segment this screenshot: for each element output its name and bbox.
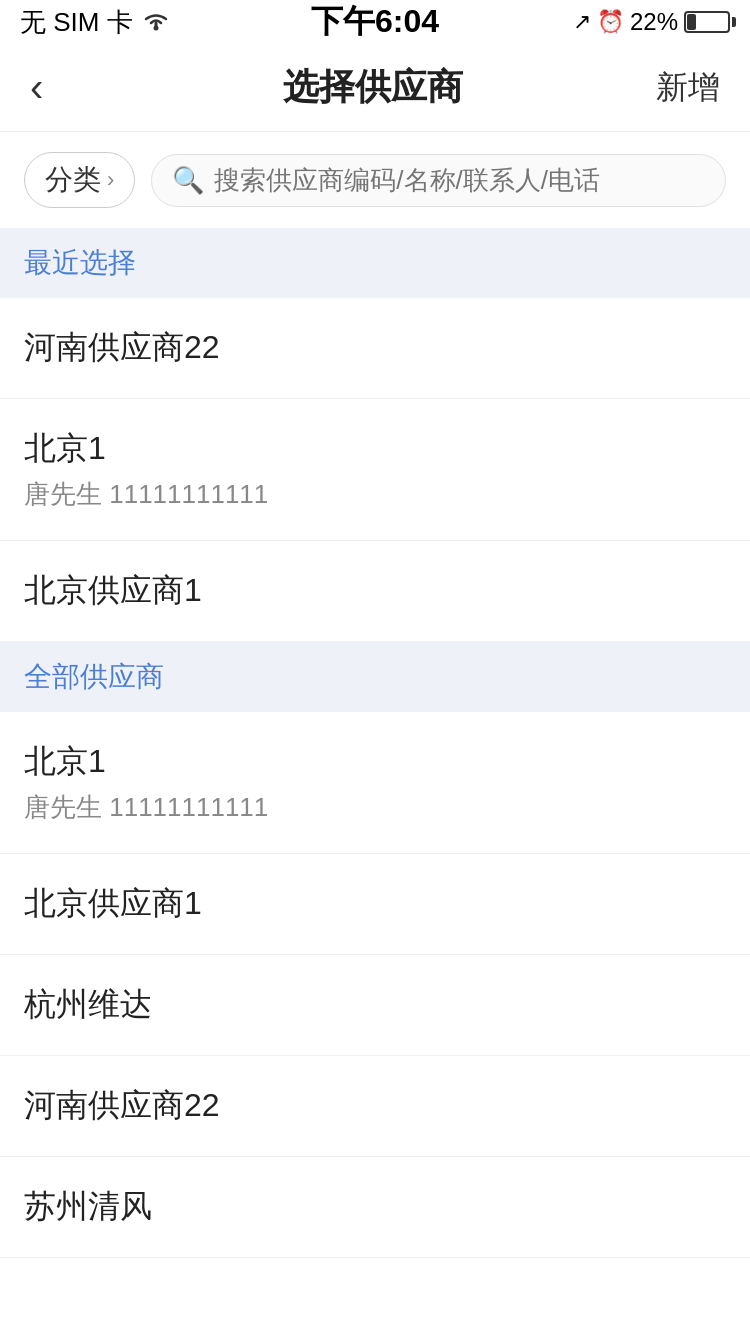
wifi-icon: [141, 7, 171, 38]
category-filter[interactable]: 分类 ›: [24, 152, 135, 208]
all-list: 北京1 唐先生 11111111111 北京供应商1 杭州维达 河南供应商22 …: [0, 712, 750, 1258]
search-icon: 🔍: [172, 165, 204, 196]
battery-icon: [684, 11, 730, 33]
item-name: 杭州维达: [24, 983, 726, 1027]
sim-status: 无 SIM 卡: [20, 5, 133, 40]
all-section-label: 全部供应商: [24, 661, 164, 692]
item-name: 北京1: [24, 740, 726, 784]
list-item[interactable]: 北京供应商1: [0, 541, 750, 642]
item-contact: 唐先生 11111111111: [24, 790, 726, 825]
recent-section-label: 最近选择: [24, 247, 136, 278]
nav-bar: ‹ 选择供应商 新增: [0, 44, 750, 132]
status-left: 无 SIM 卡: [20, 5, 171, 40]
search-box[interactable]: 🔍: [151, 154, 726, 207]
category-label: 分类: [45, 161, 101, 199]
item-name: 北京1: [24, 427, 726, 471]
battery-percent: 22%: [630, 8, 678, 36]
status-right: ↗ ⏰ 22%: [573, 8, 730, 36]
item-name: 北京供应商1: [24, 569, 726, 613]
page-title: 选择供应商: [283, 63, 463, 112]
recent-list: 河南供应商22 北京1 唐先生 11111111111 北京供应商1: [0, 298, 750, 642]
chevron-right-icon: ›: [107, 167, 114, 193]
all-section-header: 全部供应商: [0, 642, 750, 712]
search-input[interactable]: [214, 165, 705, 196]
location-icon: ↗: [573, 9, 591, 35]
item-contact: 唐先生 11111111111: [24, 477, 726, 512]
item-name: 苏州清风: [24, 1185, 726, 1229]
alarm-icon: ⏰: [597, 9, 624, 35]
add-button[interactable]: 新增: [656, 66, 720, 110]
list-item[interactable]: 河南供应商22: [0, 298, 750, 399]
list-item[interactable]: 北京1 唐先生 11111111111: [0, 712, 750, 854]
back-button[interactable]: ‹: [30, 65, 90, 110]
list-item[interactable]: 苏州清风: [0, 1157, 750, 1258]
list-item[interactable]: 北京供应商1: [0, 854, 750, 955]
item-name: 河南供应商22: [24, 326, 726, 370]
list-item[interactable]: 河南供应商22: [0, 1056, 750, 1157]
filter-row: 分类 › 🔍: [0, 132, 750, 228]
list-item[interactable]: 杭州维达: [0, 955, 750, 1056]
status-time: 下午6:04: [311, 0, 439, 44]
list-item[interactable]: 北京1 唐先生 11111111111: [0, 399, 750, 541]
recent-section-header: 最近选择: [0, 228, 750, 298]
status-bar: 无 SIM 卡 下午6:04 ↗ ⏰ 22%: [0, 0, 750, 44]
item-name: 河南供应商22: [24, 1084, 726, 1128]
svg-point-0: [153, 25, 158, 30]
item-name: 北京供应商1: [24, 882, 726, 926]
